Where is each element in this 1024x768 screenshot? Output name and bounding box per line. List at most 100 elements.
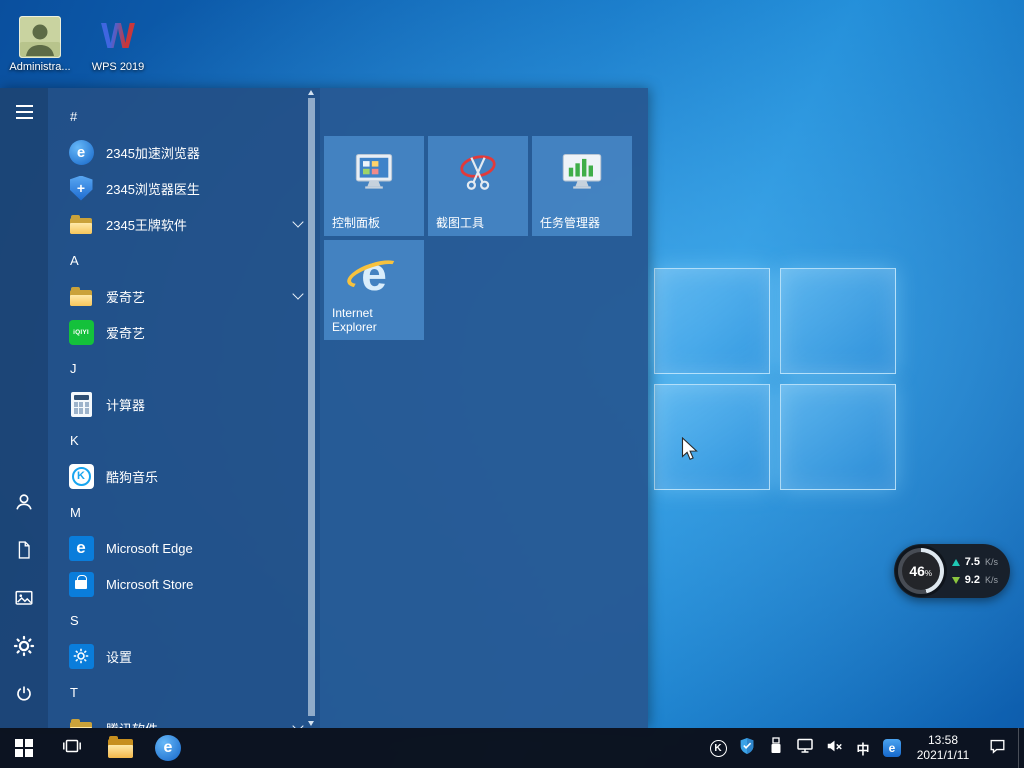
app-list-section-k[interactable]: K (48, 422, 320, 458)
ime-indicator[interactable]: 中 (852, 728, 874, 768)
internet-explorer-icon: e (324, 248, 424, 300)
clock-time: 13:58 (912, 733, 974, 748)
edge-icon: e (68, 535, 94, 561)
documents-button[interactable] (0, 528, 48, 576)
task-view-icon (62, 736, 82, 761)
app-item-label: 2345王牌软件 (106, 215, 187, 234)
tile-label: Internet Explorer (332, 306, 420, 334)
user-account-button[interactable] (0, 480, 48, 528)
start-menu-app-list: # e 2345加速浏览器 + 2345浏览器医生 2345王牌软件 A 爱奇艺 (48, 88, 320, 728)
settings-rail-button[interactable] (0, 624, 48, 672)
chevron-down-icon[interactable] (292, 288, 303, 299)
action-center-icon (988, 737, 1007, 760)
net-rates: 7.5 K/s 9.2 K/s (952, 555, 998, 588)
tile-label: 控制面板 (332, 216, 420, 230)
store-icon (68, 571, 94, 597)
app-list-section-m[interactable]: M (48, 494, 320, 530)
browser-icon: e (155, 735, 181, 761)
app-list-section-t[interactable]: T (48, 674, 320, 710)
2345-doctor-shield-icon: + (68, 175, 94, 201)
control-panel-icon (324, 152, 424, 190)
app-group-iqiyi[interactable]: 爱奇艺 (48, 278, 320, 314)
start-button[interactable] (0, 728, 48, 768)
start-menu: # e 2345加速浏览器 + 2345浏览器医生 2345王牌软件 A 爱奇艺 (0, 88, 648, 728)
app-item-microsoft-edge[interactable]: e Microsoft Edge (48, 530, 320, 566)
network-icon (796, 737, 814, 759)
file-explorer-button[interactable] (96, 728, 144, 768)
tile-task-manager[interactable]: 任务管理器 (532, 136, 632, 236)
app-item-label: 爱奇艺 (106, 323, 145, 342)
app-item-calculator[interactable]: 计算器 (48, 386, 320, 422)
app-list-scrollbar[interactable] (308, 88, 315, 728)
net-speed-widget[interactable]: 46% 7.5 K/s 9.2 K/s (894, 544, 1010, 598)
show-desktop-button[interactable] (1018, 728, 1024, 768)
app-item-2345-browser[interactable]: e 2345加速浏览器 (48, 134, 320, 170)
chevron-down-icon[interactable] (292, 216, 303, 227)
pictures-icon (13, 587, 35, 614)
scroll-up-arrow-icon[interactable] (308, 90, 314, 95)
volume-tray-button[interactable] (823, 728, 845, 768)
power-button[interactable] (0, 672, 48, 720)
kugou-tray-button[interactable]: K (707, 728, 729, 768)
app-list-section-s[interactable]: S (48, 602, 320, 638)
usage-gauge: 46% (898, 548, 944, 594)
app-group-tencent-software[interactable]: 腾讯软件 (48, 710, 320, 728)
app-item-settings[interactable]: 设置 (48, 638, 320, 674)
shield-icon (739, 737, 755, 760)
taskbar-clock[interactable]: 13:58 2021/1/11 (910, 733, 976, 763)
windows-logo-pane (654, 268, 770, 374)
task-view-button[interactable] (48, 728, 96, 768)
app-group-2345-software[interactable]: 2345王牌软件 (48, 206, 320, 242)
chevron-down-icon[interactable] (292, 720, 303, 728)
user-icon (13, 491, 35, 518)
tile-snipping-tool[interactable]: 截图工具 (428, 136, 528, 236)
app-item-iqiyi[interactable]: iQIYI 爱奇艺 (48, 314, 320, 350)
app-item-2345-doctor[interactable]: + 2345浏览器医生 (48, 170, 320, 206)
system-tray: K (707, 728, 1024, 768)
start-menu-rail (0, 88, 48, 728)
calculator-icon (68, 391, 94, 417)
iqiyi-icon: iQIYI (68, 319, 94, 345)
scrollbar-thumb[interactable] (308, 98, 315, 716)
kugou-icon: K (68, 463, 94, 489)
volume-muted-icon (825, 737, 844, 760)
security-tray-button[interactable] (736, 728, 758, 768)
windows-logo (654, 268, 896, 490)
desktop-icon-administrator[interactable]: Administra... (2, 8, 78, 74)
windows-logo-pane (780, 384, 896, 490)
expand-menu-button[interactable] (0, 88, 48, 136)
taskbar: e K (0, 728, 1024, 768)
usb-tray-button[interactable] (765, 728, 787, 768)
windows-start-icon (15, 739, 33, 757)
app-item-label: 2345浏览器医生 (106, 179, 200, 198)
app-list-section-hash[interactable]: # (48, 98, 320, 134)
scroll-down-arrow-icon[interactable] (308, 721, 314, 726)
ime-chinese-label: 中 (852, 739, 874, 758)
blue-app-tray-button[interactable]: e (881, 728, 903, 768)
folder-icon (68, 715, 94, 728)
pictures-button[interactable] (0, 576, 48, 624)
tile-internet-explorer[interactable]: e Internet Explorer (324, 240, 424, 340)
app-item-label: Microsoft Edge (106, 541, 193, 556)
desktop-icon-wps-2019[interactable]: W WPS 2019 (80, 8, 156, 74)
folder-icon (68, 283, 94, 309)
network-tray-button[interactable] (794, 728, 816, 768)
browser-2345-button[interactable]: e (144, 728, 192, 768)
app-list-section-j[interactable]: J (48, 350, 320, 386)
app-item-kugou[interactable]: K 酷狗音乐 (48, 458, 320, 494)
tile-label: 任务管理器 (540, 216, 628, 230)
snipping-tool-icon (428, 152, 528, 192)
app-item-label: 设置 (106, 647, 132, 666)
windows-logo-pane (654, 384, 770, 490)
app-item-label: Microsoft Store (106, 577, 193, 592)
hamburger-menu-icon (16, 105, 33, 119)
kugou-tray-icon: K (710, 740, 727, 757)
upload-arrow-icon (952, 559, 960, 566)
tile-control-panel[interactable]: 控制面板 (324, 136, 424, 236)
start-menu-tiles-area: 控制面板 截图工具 (320, 88, 648, 728)
app-list-section-a[interactable]: A (48, 242, 320, 278)
gear-icon (13, 635, 35, 662)
app-item-microsoft-store[interactable]: Microsoft Store (48, 566, 320, 602)
action-center-button[interactable] (983, 728, 1011, 768)
wps-w-icon: W (80, 8, 156, 58)
